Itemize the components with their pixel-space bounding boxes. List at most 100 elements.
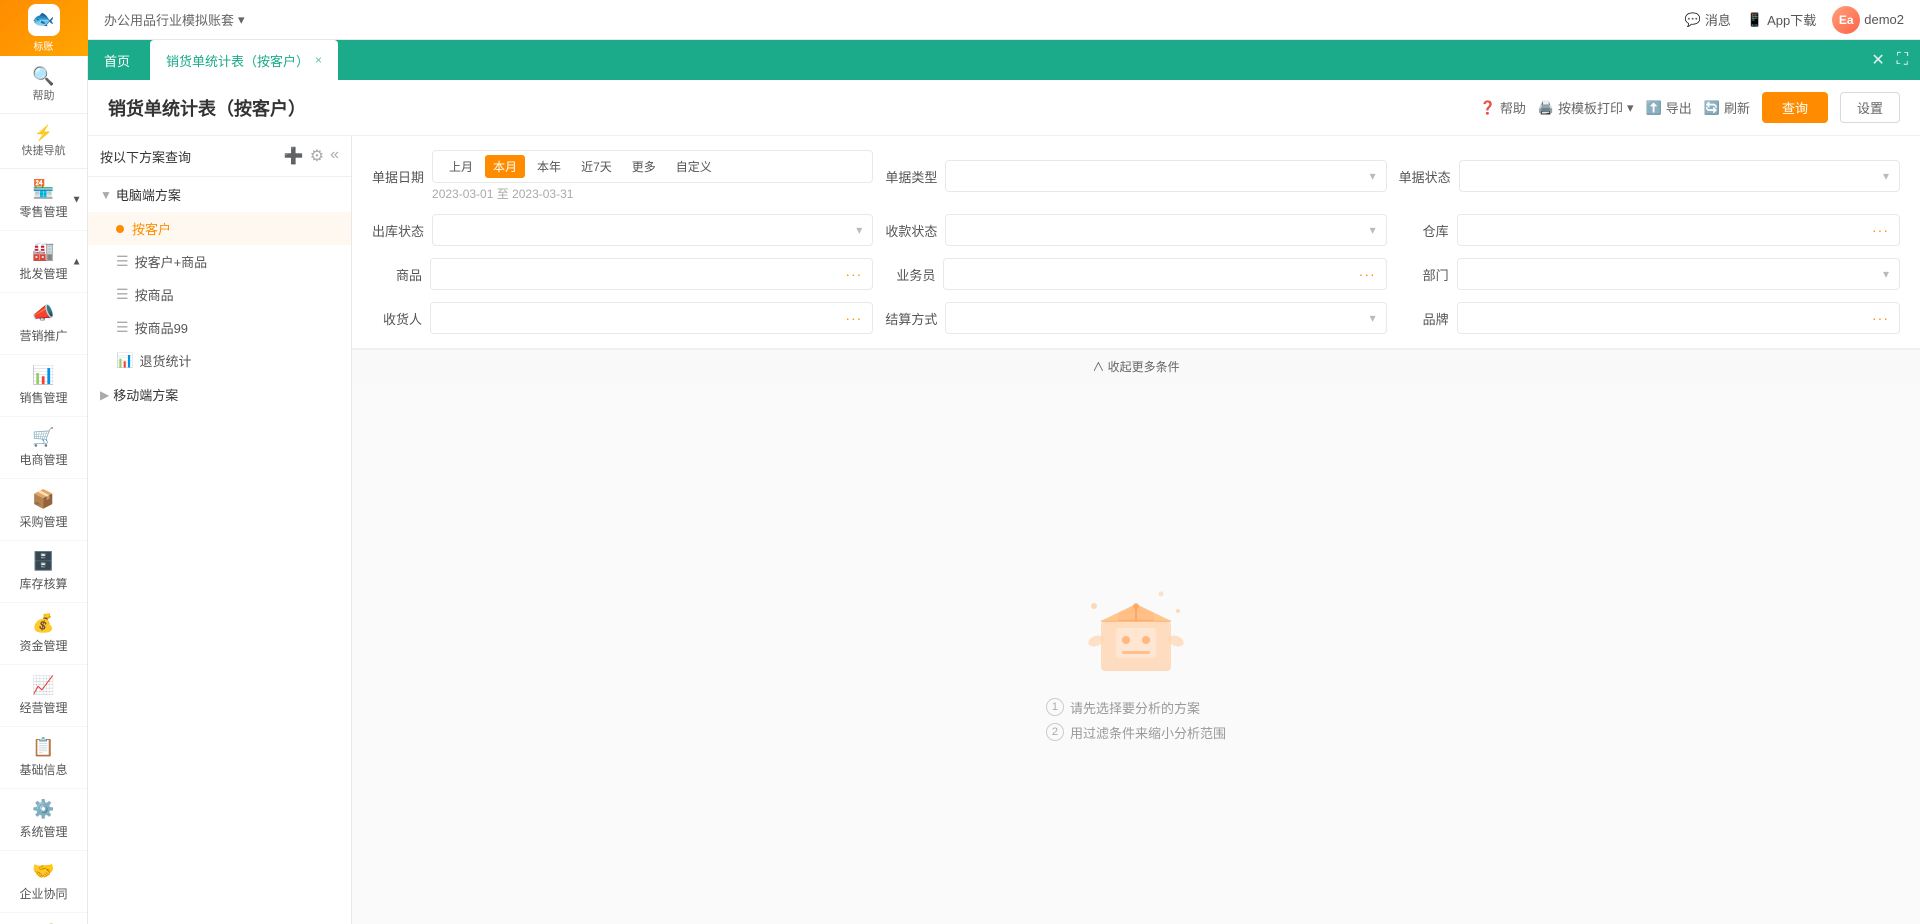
settings-button[interactable]: 设置	[1840, 92, 1900, 123]
salesperson-control[interactable]: ···	[943, 258, 1386, 290]
help-button[interactable]: ❓ 帮助	[1480, 98, 1526, 117]
scheme-item-by-product[interactable]: ☰ 按商品	[88, 278, 351, 311]
collapse-scheme-icon[interactable]: «	[330, 146, 339, 166]
scheme-item-label: 按商品99	[135, 318, 188, 337]
add-scheme-icon[interactable]: ➕	[284, 146, 304, 166]
product-select[interactable]: ···	[430, 258, 873, 290]
scheme-item-return-stats[interactable]: 📊 退货统计	[88, 344, 351, 377]
payment-status-select[interactable]: ▾	[945, 214, 1386, 246]
brand-control[interactable]: ···	[1457, 302, 1900, 334]
date-more-btn[interactable]: 更多	[624, 155, 664, 178]
user-profile[interactable]: Ea demo2	[1832, 6, 1904, 34]
main-area: 办公用品行业模拟账套 ▾ 💬 消息 📱 App下载 Ea demo2 首页 销货…	[88, 0, 1920, 924]
brand-select[interactable]: ···	[1457, 302, 1900, 334]
export-button[interactable]: ⬆️ 导出	[1646, 98, 1692, 117]
home-tab[interactable]: 首页	[88, 40, 146, 80]
payment-status-control[interactable]: ▾	[945, 214, 1386, 246]
consignee-select[interactable]: ···	[430, 302, 873, 334]
scheme-item-by-customer-product[interactable]: ☰ 按客户+商品	[88, 245, 351, 278]
close-window-button[interactable]: ✕	[1867, 46, 1888, 74]
salesperson-select[interactable]: ···	[943, 258, 1386, 290]
product-control[interactable]: ···	[430, 258, 873, 290]
consignee-dots: ···	[845, 310, 862, 326]
desktop-scheme-group: ▼ 电脑端方案 按客户 ☰ 按客户+商品 ☰	[88, 177, 351, 377]
warehouse-dots: ···	[1872, 222, 1889, 238]
page-title: 销货单统计表（按客户）	[108, 95, 306, 133]
app-download-button[interactable]: 📱 App下载	[1747, 10, 1816, 29]
date-this-year-btn[interactable]: 本年	[529, 155, 569, 178]
sidebar-item-finance[interactable]: 💰 资金管理	[0, 603, 87, 665]
app-logo[interactable]: 🐟 标账	[0, 0, 88, 56]
header-right: 💬 消息 📱 App下载 Ea demo2	[1685, 6, 1904, 34]
tabs-right-actions: ✕ ⛶	[1867, 46, 1920, 74]
sidebar-item-cooperation[interactable]: 🤝 企业协同	[0, 851, 87, 913]
scheme-item-label: 按商品	[135, 285, 174, 304]
warehouse-label: 仓库	[1399, 221, 1449, 240]
edit-scheme-icon[interactable]: ⚙	[310, 146, 324, 166]
order-status-control[interactable]: ▾	[1459, 160, 1900, 192]
mobile-scheme-group-toggle[interactable]: ▶ 移动端方案	[88, 377, 351, 412]
sidebar-item-system[interactable]: ⚙️ 系统管理	[0, 789, 87, 851]
date-custom-btn[interactable]: 自定义	[668, 155, 720, 178]
filter-row-4: 收货人 ··· 结算方式	[372, 302, 1900, 334]
scheme-item-by-customer[interactable]: 按客户	[88, 212, 351, 245]
product-label: 商品	[372, 265, 422, 284]
filter-form: 单据日期 上月 本月 本年 近7天 更多 自定义 20	[352, 136, 1920, 349]
sidebar: 🐟 标账 🔍 帮助 ⚡ 快捷导航 🏪 零售管理 ▼ 🏭 批发管理 ▲ 📣 营销推…	[0, 0, 88, 924]
order-type-arrow: ▾	[1370, 169, 1376, 183]
stock-status-control[interactable]: ▾	[432, 214, 873, 246]
dept-select[interactable]: ▾	[1457, 258, 1900, 290]
messages-button[interactable]: 💬 消息	[1685, 10, 1731, 29]
desktop-scheme-group-toggle[interactable]: ▼ 电脑端方案	[88, 177, 351, 212]
sidebar-item-purchase[interactable]: 📦 采购管理	[0, 479, 87, 541]
settlement-field: 结算方式 ▾	[885, 302, 1386, 334]
collapse-bar[interactable]: ∧ 收起更多条件	[352, 349, 1920, 383]
sidebar-item-sales[interactable]: 📊 销售管理	[0, 355, 87, 417]
home-tab-label: 首页	[104, 51, 130, 70]
empty-tip-2: 2 用过滤条件来缩小分析范围	[1046, 723, 1226, 742]
sidebar-item-basic[interactable]: 📋 基础信息	[0, 727, 87, 789]
industry-selector[interactable]: 办公用品行业模拟账套 ▾	[104, 10, 245, 29]
empty-state: 1 请先选择要分析的方案 2 用过滤条件来缩小分析范围	[1046, 566, 1226, 742]
order-type-control[interactable]: ▾	[945, 160, 1386, 192]
sidebar-item-operations[interactable]: 📈 经营管理	[0, 665, 87, 727]
settlement-select[interactable]: ▾	[945, 302, 1386, 334]
sidebar-item-newbie[interactable]: 🌱 新手引导	[0, 913, 87, 924]
scheme-item-by-product99[interactable]: ☰ 按商品99	[88, 311, 351, 344]
date-last-month-btn[interactable]: 上月	[441, 155, 481, 178]
active-tab-label: 销货单统计表（按客户）	[166, 51, 309, 70]
sidebar-item-retail[interactable]: 🏪 零售管理 ▼	[0, 169, 87, 231]
expand-window-button[interactable]: ⛶	[1893, 47, 1912, 73]
sidebar-item-ecommerce[interactable]: 🛒 电商管理	[0, 417, 87, 479]
date-this-month-btn[interactable]: 本月	[485, 155, 525, 178]
warehouse-control[interactable]: ···	[1457, 214, 1900, 246]
ecommerce-icon: 🛒	[32, 427, 54, 448]
tab-close-icon[interactable]: ×	[315, 53, 322, 67]
template-print-button[interactable]: 🖨️ 按模板打印 ▾	[1538, 98, 1634, 117]
sidebar-item-inventory[interactable]: 🗄️ 库存核算	[0, 541, 87, 603]
quick-nav-button[interactable]: ⚡ 快捷导航	[22, 118, 66, 164]
query-button[interactable]: 查询	[1762, 92, 1828, 123]
scheme-item-icon: ☰	[116, 319, 129, 336]
dept-control[interactable]: ▾	[1457, 258, 1900, 290]
wholesale-icon: 🏭	[32, 241, 54, 262]
sidebar-item-wholesale[interactable]: 🏭 批发管理 ▲	[0, 231, 87, 293]
order-type-select[interactable]: ▾	[945, 160, 1386, 192]
settlement-control[interactable]: ▾	[945, 302, 1386, 334]
consignee-control[interactable]: ···	[430, 302, 873, 334]
refresh-button[interactable]: 🔄 刷新	[1704, 98, 1750, 117]
active-tab[interactable]: 销货单统计表（按客户） ×	[150, 40, 338, 80]
logo-text: 标账	[34, 38, 54, 53]
salesperson-field: 业务员 ···	[885, 258, 1386, 290]
sidebar-item-marketing[interactable]: 📣 营销推广	[0, 293, 87, 355]
export-icon: ⬆️	[1646, 100, 1662, 116]
search-menu-button[interactable]: 🔍 帮助	[32, 66, 54, 103]
date-range-display: 2023-03-01 至 2023-03-31	[432, 185, 873, 202]
date-7days-btn[interactable]: 近7天	[573, 155, 620, 178]
scheme-item-icon: 📊	[116, 352, 133, 369]
order-status-select[interactable]: ▾	[1459, 160, 1900, 192]
warehouse-select[interactable]: ···	[1457, 214, 1900, 246]
stock-status-select[interactable]: ▾	[432, 214, 873, 246]
settlement-arrow: ▾	[1370, 311, 1376, 325]
payment-status-label: 收款状态	[885, 221, 937, 240]
